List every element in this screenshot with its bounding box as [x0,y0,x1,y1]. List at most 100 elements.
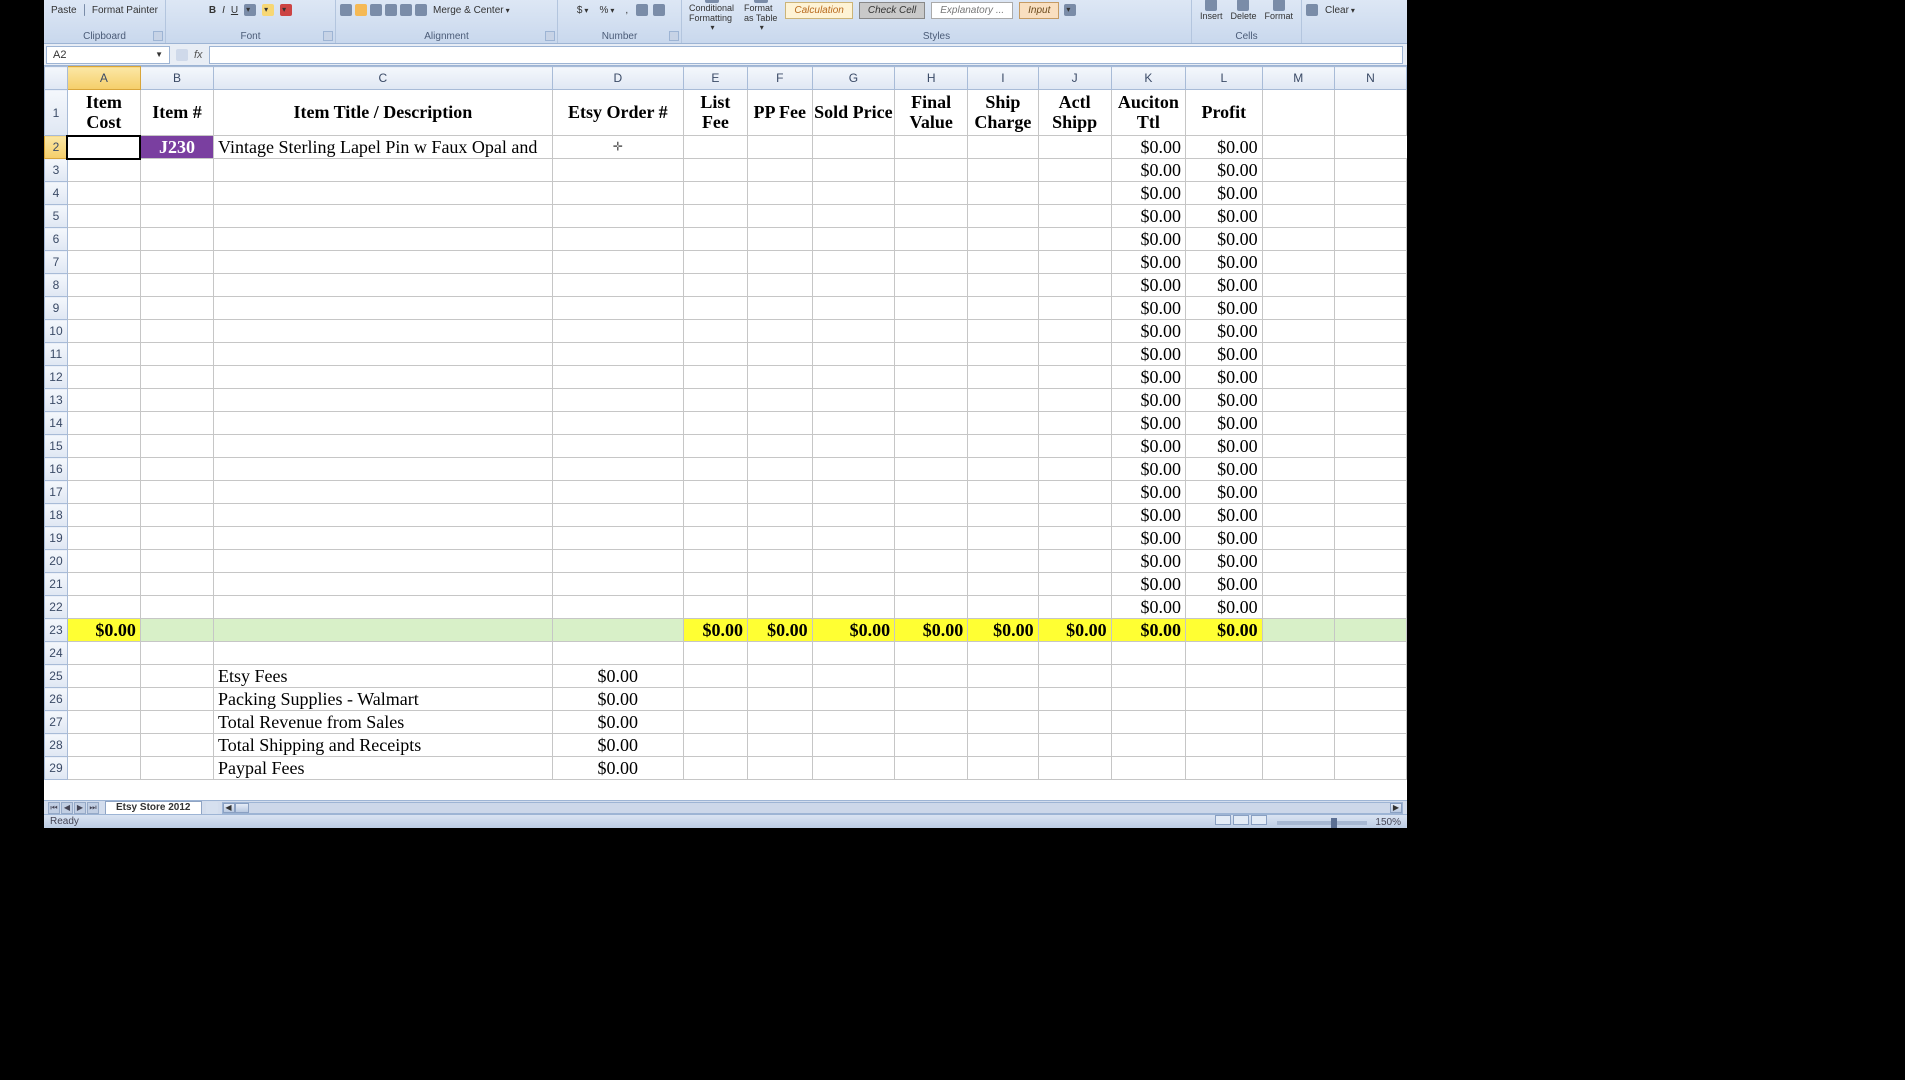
cell[interactable] [968,573,1038,596]
name-box[interactable]: A2 ▼ [46,46,170,64]
cell[interactable] [214,366,553,389]
dialog-launcher-icon[interactable] [669,31,679,41]
cell[interactable] [812,343,895,366]
cell[interactable] [1334,297,1406,320]
cell[interactable] [968,527,1038,550]
cell[interactable] [748,504,813,527]
cell[interactable]: $0.00 [1186,527,1263,550]
cell[interactable] [683,573,747,596]
row-header[interactable]: 16 [45,458,68,481]
cell[interactable]: $0.00 [1111,159,1185,182]
cell[interactable] [812,251,895,274]
cell[interactable] [895,642,968,665]
cell[interactable] [683,274,747,297]
cell[interactable] [552,435,683,458]
cell[interactable] [1262,320,1334,343]
cell[interactable] [67,596,140,619]
cell[interactable] [1111,665,1185,688]
cell[interactable] [140,619,213,642]
cell[interactable] [683,458,747,481]
cell[interactable] [683,320,747,343]
column-header[interactable]: B [140,67,213,90]
cell[interactable] [1262,205,1334,228]
cell[interactable] [140,458,213,481]
cell[interactable] [683,665,747,688]
cell[interactable] [214,159,553,182]
summary-label[interactable]: Total Shipping and Receipts [214,734,553,757]
cell[interactable] [812,711,895,734]
column-header[interactable]: F [748,67,813,90]
cell[interactable] [748,297,813,320]
conditional-formatting-button[interactable]: ConditionalFormatting [686,0,737,33]
cell[interactable] [552,481,683,504]
cell[interactable] [812,642,895,665]
cell[interactable] [968,412,1038,435]
cell[interactable] [812,527,895,550]
cell[interactable] [748,412,813,435]
cell[interactable] [748,596,813,619]
cell[interactable] [683,550,747,573]
cell[interactable] [1038,182,1111,205]
cell[interactable]: $0.00 [1186,136,1263,159]
cell[interactable] [214,320,553,343]
cell[interactable] [67,159,140,182]
cell[interactable] [1334,320,1406,343]
column-header[interactable]: K [1111,67,1185,90]
increase-decimal-icon[interactable] [636,4,648,16]
cell[interactable] [140,205,213,228]
row-header[interactable]: 26 [45,688,68,711]
cell[interactable] [683,205,747,228]
cell[interactable] [67,550,140,573]
cell[interactable] [748,274,813,297]
cell[interactable] [895,550,968,573]
cell[interactable] [140,481,213,504]
cell[interactable] [1334,343,1406,366]
align-right-icon[interactable] [370,4,382,16]
cell[interactable] [812,389,895,412]
row-header[interactable]: 3 [45,159,68,182]
cell[interactable] [895,205,968,228]
cell[interactable] [214,389,553,412]
cell[interactable] [812,274,895,297]
cell[interactable]: $0.00 [1111,205,1185,228]
header-cell[interactable]: PP Fee [748,90,813,136]
decrease-decimal-icon[interactable] [653,4,665,16]
cell[interactable] [1334,90,1406,136]
cell[interactable] [140,182,213,205]
cell[interactable] [1262,159,1334,182]
cell[interactable] [1111,757,1185,780]
cell[interactable] [67,274,140,297]
cell[interactable] [968,274,1038,297]
row-header[interactable]: 27 [45,711,68,734]
cell[interactable] [968,757,1038,780]
cell[interactable] [895,136,968,159]
cell[interactable] [683,504,747,527]
cell[interactable] [968,205,1038,228]
row-header[interactable]: 12 [45,366,68,389]
cell[interactable] [552,274,683,297]
scroll-left-icon[interactable]: ◀ [223,803,235,813]
column-header[interactable]: A [67,67,140,90]
cell[interactable] [812,412,895,435]
cell[interactable]: $0.00 [1111,297,1185,320]
cell[interactable] [140,573,213,596]
cell[interactable] [812,159,895,182]
header-cell[interactable]: AucitonTtl [1111,90,1185,136]
cell[interactable] [812,504,895,527]
cell[interactable] [1334,228,1406,251]
row-header[interactable]: 24 [45,642,68,665]
cell[interactable] [214,481,553,504]
cell[interactable] [895,297,968,320]
cell[interactable] [895,665,968,688]
delete-button[interactable]: Delete [1227,0,1259,22]
style-input[interactable]: Input [1019,2,1059,19]
cell[interactable]: $0.00 [1186,504,1263,527]
cell[interactable] [552,527,683,550]
cell[interactable] [140,711,213,734]
cell[interactable] [683,734,747,757]
cell[interactable]: $0.00 [1186,159,1263,182]
cell[interactable] [214,504,553,527]
formula-input[interactable] [209,46,1403,64]
cell[interactable] [683,711,747,734]
cell[interactable] [895,228,968,251]
